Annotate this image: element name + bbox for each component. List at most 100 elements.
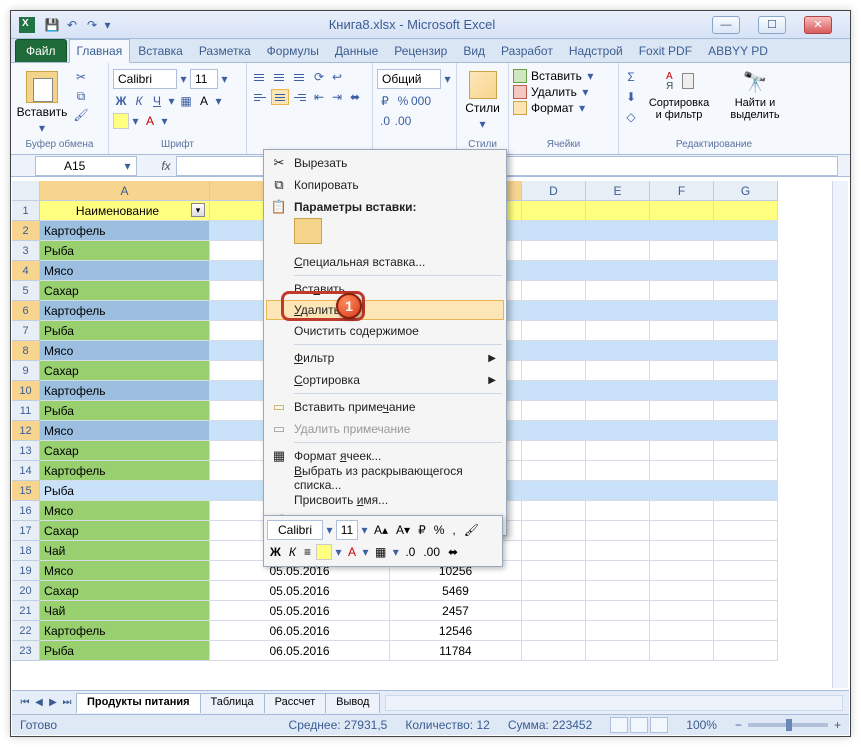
cm-insert[interactable]: Вставить... xyxy=(266,278,504,300)
cell[interactable] xyxy=(586,621,650,641)
zoom-level[interactable]: 100% xyxy=(686,718,717,732)
cell[interactable] xyxy=(586,401,650,421)
align-left-button[interactable] xyxy=(251,89,269,105)
dropdown-icon[interactable]: ▾ xyxy=(334,545,343,559)
cell[interactable]: Картофель xyxy=(40,381,210,401)
cell[interactable] xyxy=(522,221,586,241)
row-header[interactable]: 9 xyxy=(12,361,40,381)
cell[interactable] xyxy=(586,341,650,361)
mt-merge[interactable]: ⬌ xyxy=(445,542,461,562)
cell[interactable] xyxy=(650,561,714,581)
cell[interactable] xyxy=(714,481,778,501)
cell[interactable] xyxy=(522,361,586,381)
row-header[interactable]: 2 xyxy=(12,221,40,241)
tab-abbyy[interactable]: ABBYY PD xyxy=(700,39,776,62)
sheet-tab[interactable]: Вывод xyxy=(325,693,380,713)
tab-formulas[interactable]: Формулы xyxy=(259,39,327,62)
undo-button[interactable]: ↶ xyxy=(63,16,81,34)
dropdown-icon[interactable]: ▾ xyxy=(360,523,369,537)
cell[interactable] xyxy=(650,281,714,301)
mt-borders[interactable]: ▦ xyxy=(372,542,389,562)
border-button[interactable]: ▦ xyxy=(178,93,194,109)
sheet-nav-first[interactable]: ⏮ xyxy=(18,695,32,711)
cell[interactable] xyxy=(714,281,778,301)
cm-clear-contents[interactable]: Очистить содержимое xyxy=(266,320,504,342)
zoom-slider[interactable]: − + xyxy=(735,718,841,732)
tab-file[interactable]: Файл xyxy=(15,39,67,62)
dropdown-icon[interactable]: ▾ xyxy=(131,114,140,128)
view-page-layout-button[interactable] xyxy=(630,717,648,733)
cell[interactable] xyxy=(522,461,586,481)
zoom-thumb[interactable] xyxy=(786,719,792,731)
cell[interactable]: 05.05.2016 xyxy=(210,581,390,601)
cell[interactable] xyxy=(714,301,778,321)
wrap-text-button[interactable]: ↩ xyxy=(329,69,345,85)
col-header-a[interactable]: A xyxy=(40,181,210,201)
italic-button[interactable]: К xyxy=(131,93,147,109)
find-select-button[interactable]: 🔭 Найти и выделить xyxy=(719,69,791,121)
cell[interactable] xyxy=(522,201,586,221)
cell[interactable] xyxy=(650,321,714,341)
cell[interactable]: 11784 xyxy=(390,641,522,661)
tab-view[interactable]: Вид xyxy=(455,39,493,62)
mt-center[interactable]: ≡ xyxy=(301,542,314,562)
cell[interactable] xyxy=(522,261,586,281)
cell[interactable]: Сахар xyxy=(40,361,210,381)
dropdown-icon[interactable]: ▾ xyxy=(167,94,176,108)
mt-font-name[interactable]: Calibri xyxy=(267,520,323,540)
cell[interactable] xyxy=(586,581,650,601)
sheet-nav-last[interactable]: ⏭ xyxy=(60,695,74,711)
mt-font-size[interactable]: 11 xyxy=(336,520,358,540)
cell[interactable] xyxy=(522,581,586,601)
cell[interactable]: Мясо xyxy=(40,421,210,441)
qat-customize-icon[interactable]: ▾ xyxy=(103,16,112,34)
cell[interactable]: Рыба xyxy=(40,241,210,261)
cell[interactable]: Картофель xyxy=(40,301,210,321)
cell[interactable] xyxy=(714,501,778,521)
horizontal-scrollbar[interactable] xyxy=(385,695,843,711)
merge-button[interactable]: ⬌ xyxy=(347,89,363,105)
decrease-indent-button[interactable]: ⇤ xyxy=(311,89,327,105)
tab-review[interactable]: Рецензир xyxy=(386,39,455,62)
cell[interactable] xyxy=(586,521,650,541)
cell[interactable] xyxy=(714,381,778,401)
align-center-button[interactable] xyxy=(271,89,289,105)
orientation-button[interactable]: ⟳ xyxy=(311,69,327,85)
cell[interactable] xyxy=(714,321,778,341)
cell[interactable] xyxy=(522,501,586,521)
tab-layout[interactable]: Разметка xyxy=(191,39,259,62)
maximize-button[interactable]: ☐ xyxy=(758,16,786,34)
cell[interactable] xyxy=(650,241,714,261)
cell[interactable] xyxy=(714,581,778,601)
comma-button[interactable]: 000 xyxy=(413,93,429,109)
cell[interactable] xyxy=(714,621,778,641)
cell[interactable] xyxy=(522,341,586,361)
filter-dropdown-icon[interactable]: ▾ xyxy=(191,203,205,217)
dropdown-icon[interactable]: ▾ xyxy=(391,545,400,559)
cell[interactable] xyxy=(714,521,778,541)
format-painter-button[interactable]: 🖌 xyxy=(73,107,89,123)
dropdown-icon[interactable]: ▾ xyxy=(179,72,188,86)
cell[interactable] xyxy=(714,201,778,221)
mt-comma[interactable]: , xyxy=(449,520,458,540)
cell[interactable]: Сахар xyxy=(40,281,210,301)
zoom-out-button[interactable]: − xyxy=(735,718,742,732)
row-header[interactable]: 14 xyxy=(12,461,40,481)
cell[interactable]: Чай xyxy=(40,541,210,561)
row-header[interactable]: 6 xyxy=(12,301,40,321)
cell[interactable] xyxy=(714,561,778,581)
cell[interactable] xyxy=(650,641,714,661)
cell[interactable]: Сахар xyxy=(40,441,210,461)
cell[interactable] xyxy=(586,241,650,261)
col-header-g[interactable]: G xyxy=(714,181,778,201)
cm-cut[interactable]: ✂Вырезать xyxy=(266,152,504,174)
select-all-button[interactable] xyxy=(12,181,40,201)
cell[interactable] xyxy=(650,441,714,461)
cell[interactable] xyxy=(586,261,650,281)
cell[interactable] xyxy=(714,361,778,381)
mt-decrease-decimal[interactable]: .00 xyxy=(420,542,443,562)
mt-fill-color[interactable] xyxy=(316,544,332,560)
cell[interactable] xyxy=(586,221,650,241)
insert-cells-button[interactable]: Вставить▾ xyxy=(513,69,595,83)
row-header[interactable]: 21 xyxy=(12,601,40,621)
